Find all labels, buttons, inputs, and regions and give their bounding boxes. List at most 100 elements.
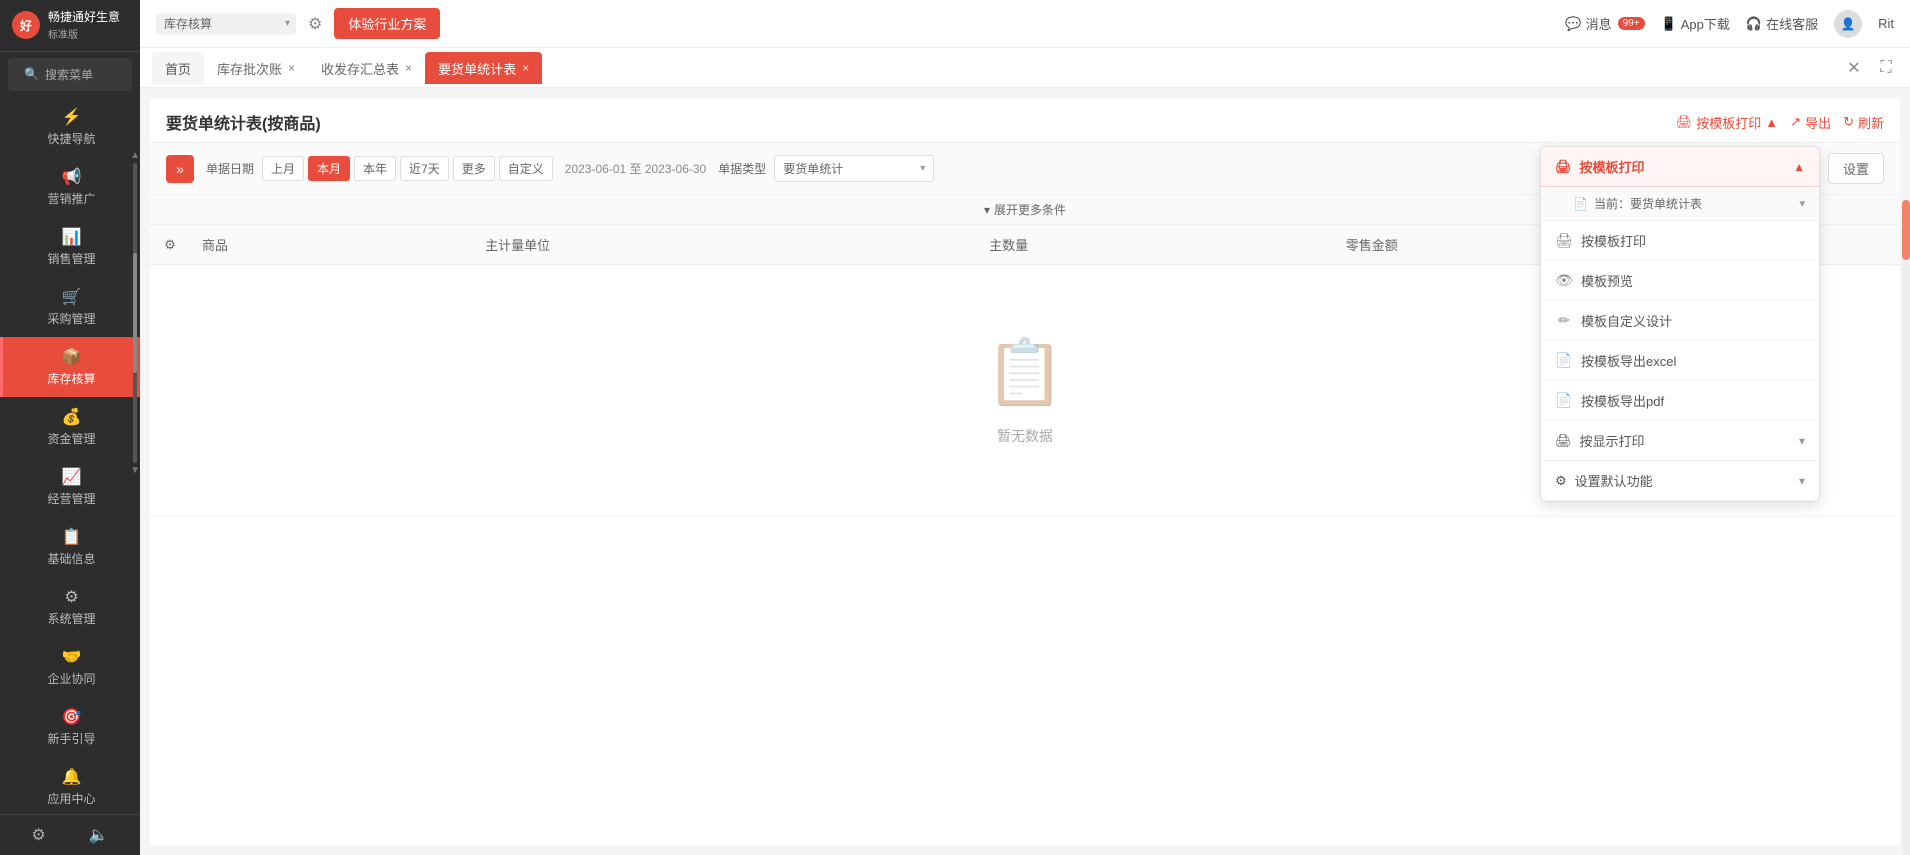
tab-requisition-stats[interactable]: 要货单统计表 × bbox=[425, 52, 542, 84]
template-design-icon: ✏ bbox=[1555, 312, 1573, 329]
tab-close-requisition-stats[interactable]: × bbox=[522, 61, 529, 75]
app-download-label: App下载 bbox=[1681, 14, 1730, 33]
dropdown-item-template-pdf[interactable]: 📄 按模板导出pdf bbox=[1541, 381, 1819, 421]
sidebar-item-label: 资金管理 bbox=[47, 430, 95, 447]
empty-illustration: 📋 bbox=[985, 335, 1065, 410]
expand-icon: » bbox=[176, 161, 184, 177]
purchase-icon: 🛒 bbox=[62, 287, 82, 307]
date-filter-label: 单据日期 bbox=[206, 160, 254, 177]
speaker-icon[interactable]: 🔈 bbox=[89, 825, 109, 845]
page-inner: 要货单统计表(按商品) 🖨 按模板打印 ▲ ↗ 导出 ↻ 刷新 bbox=[150, 98, 1900, 845]
sidebar-bottom: ⚙ 🔈 bbox=[0, 814, 140, 855]
system-icon: ⚙ bbox=[64, 587, 78, 607]
app-version: 标准版 bbox=[48, 26, 120, 41]
date-more[interactable]: 更多 bbox=[453, 156, 495, 181]
date-custom[interactable]: 自定义 bbox=[499, 156, 553, 181]
tab-receipt-summary[interactable]: 收发存汇总表 × bbox=[308, 52, 425, 84]
breadcrumb-input[interactable] bbox=[156, 13, 296, 35]
col-settings-icon: ⚙ bbox=[164, 237, 176, 252]
date-this-year[interactable]: 本年 bbox=[354, 156, 396, 181]
tab-close-receipt-summary[interactable]: × bbox=[405, 61, 412, 75]
sidebar-scroll-down[interactable]: ▼ bbox=[130, 465, 140, 476]
export-icon: ↗ bbox=[1790, 114, 1801, 130]
dropdown-close-arrow[interactable]: ▲ bbox=[1793, 160, 1805, 174]
sidebar-item-collab[interactable]: 🤝 企业协同 bbox=[0, 637, 140, 697]
sidebar-item-purchase[interactable]: 🛒 采购管理 bbox=[0, 277, 140, 337]
search-icon: 🔍 bbox=[24, 67, 39, 81]
date-current-month[interactable]: 本月 bbox=[308, 156, 350, 181]
export-button[interactable]: ↗ 导出 bbox=[1790, 113, 1831, 132]
sidebar-scroll-track bbox=[133, 163, 137, 463]
sidebar-item-finance[interactable]: 💰 资金管理 bbox=[0, 397, 140, 457]
sidebar-item-basic[interactable]: 📋 基础信息 bbox=[0, 517, 140, 577]
basic-icon: 📋 bbox=[62, 527, 82, 547]
date-buttons: 上月 本月 本年 近7天 更多 自定义 bbox=[262, 156, 553, 181]
dropdown-header[interactable]: 🖨 按模板打印 ▲ bbox=[1541, 147, 1819, 187]
app-name-block: 畅捷通好生意 标准版 bbox=[48, 10, 120, 41]
close-window-button[interactable]: ✕ bbox=[1842, 56, 1866, 80]
col-settings[interactable]: ⚙ bbox=[150, 225, 190, 265]
sidebar-item-guide[interactable]: 🎯 新手引导 bbox=[0, 697, 140, 757]
empty-text: 暂无数据 bbox=[997, 426, 1053, 446]
dropdown-item-template-preview[interactable]: 👁 模板预览 bbox=[1541, 261, 1819, 301]
sidebar-item-operation[interactable]: 📈 经营管理 bbox=[0, 457, 140, 517]
template-preview-label: 模板预览 bbox=[1581, 271, 1633, 290]
dropdown-sub-left: 🖨 按显示打印 bbox=[1555, 431, 1645, 450]
tabs-wrapper: 首页 库存批次账 × 收发存汇总表 × 要货单统计表 × bbox=[152, 52, 1838, 84]
expand-window-button[interactable]: ⛶ bbox=[1874, 56, 1898, 80]
title-actions: 🖨 按模板打印 ▲ ↗ 导出 ↻ 刷新 bbox=[1676, 113, 1884, 132]
avatar-icon: 👤 bbox=[1841, 17, 1856, 31]
window-control-buttons: ✕ ⛶ bbox=[1842, 56, 1898, 80]
breadcrumb-chevron-icon: ▾ bbox=[285, 18, 290, 29]
sidebar-item-label: 销售管理 bbox=[47, 250, 95, 267]
dropdown-sub-display-print[interactable]: 🖨 按显示打印 ▾ bbox=[1541, 421, 1819, 461]
sidebar-scrollbar: ▲ ▼ bbox=[130, 150, 140, 476]
current-template-icon: 📄 bbox=[1573, 197, 1588, 211]
filter-expand-button[interactable]: » bbox=[166, 155, 194, 183]
refresh-button[interactable]: ↻ 刷新 bbox=[1843, 113, 1884, 132]
date-range-display: 2023-06-01 至 2023-06-30 bbox=[565, 160, 706, 177]
app-download-button[interactable]: 📱 App下载 bbox=[1661, 14, 1730, 33]
sidebar-item-marketing[interactable]: 📢 营销推广 bbox=[0, 157, 140, 217]
sidebar-item-system[interactable]: ⚙ 系统管理 bbox=[0, 577, 140, 637]
tab-batch-accounts[interactable]: 库存批次账 × bbox=[204, 52, 308, 84]
settings-bottom-icon[interactable]: ⚙ bbox=[31, 825, 45, 845]
expand-more-button[interactable]: ▾ 展开更多条件 bbox=[984, 201, 1066, 218]
dropdown-item-template-excel[interactable]: 📄 按模板导出excel bbox=[1541, 341, 1819, 381]
user-avatar[interactable]: 👤 bbox=[1834, 10, 1862, 38]
dropdown-current-template[interactable]: 📄 当前：要货单统计表 ▾ bbox=[1541, 187, 1819, 221]
settings-button[interactable]: 设置 bbox=[1828, 153, 1884, 184]
sidebar-scroll-up[interactable]: ▲ bbox=[130, 150, 140, 161]
col-unit: 主计量单位 bbox=[473, 225, 977, 265]
sidebar-item-appstore[interactable]: 🔔 应用中心 bbox=[0, 757, 140, 814]
type-filter-group: 单据类型 要货单统计 ▾ bbox=[718, 155, 934, 182]
date-last-month[interactable]: 上月 bbox=[262, 156, 304, 181]
type-filter-select[interactable]: 要货单统计 ▾ bbox=[774, 155, 934, 182]
template-pdf-icon: 📄 bbox=[1555, 392, 1573, 409]
sidebar-item-sales[interactable]: 📊 销售管理 bbox=[0, 217, 140, 277]
sidebar-item-label: 营销推广 bbox=[47, 190, 95, 207]
refresh-label: 刷新 bbox=[1858, 113, 1884, 132]
default-settings-label: 设置默认功能 bbox=[1575, 471, 1653, 490]
dropdown-sub-default-settings[interactable]: ⚙ 设置默认功能 ▾ bbox=[1541, 461, 1819, 501]
dropdown-item-template-design[interactable]: ✏ 模板自定义设计 bbox=[1541, 301, 1819, 341]
message-button[interactable]: 💬 消息 99+ bbox=[1565, 14, 1644, 33]
search-menu-item[interactable]: 🔍 搜索菜单 bbox=[8, 58, 132, 91]
sidebar-item-inventory[interactable]: 📦 库存核算 bbox=[0, 337, 140, 397]
header-settings-icon[interactable]: ⚙ bbox=[308, 14, 322, 34]
tab-close-batch-accounts[interactable]: × bbox=[288, 61, 295, 75]
date-last-7-days[interactable]: 近7天 bbox=[400, 156, 449, 181]
inventory-icon: 📦 bbox=[62, 347, 82, 367]
display-print-icon: 🖨 bbox=[1555, 433, 1572, 449]
sidebar-item-label: 基础信息 bbox=[47, 550, 95, 567]
sidebar: 好 畅捷通好生意 标准版 🔍 搜索菜单 ⚡ 快捷导航 📢 营销推广 📊 销售管理… bbox=[0, 0, 140, 855]
template-print-label: 按模板打印 bbox=[1581, 231, 1646, 250]
print-template-button[interactable]: 🖨 按模板打印 ▲ bbox=[1676, 113, 1778, 132]
type-filter-arrow: ▾ bbox=[920, 163, 925, 174]
dropdown-item-template-print[interactable]: 🖨 按模板打印 bbox=[1541, 221, 1819, 261]
trial-button[interactable]: 体验行业方案 bbox=[334, 8, 440, 39]
right-scrollbar[interactable] bbox=[1902, 200, 1910, 855]
online-service-button[interactable]: 🎧 在线客服 bbox=[1746, 14, 1818, 33]
tab-home[interactable]: 首页 bbox=[152, 52, 204, 84]
sidebar-item-shortcut[interactable]: ⚡ 快捷导航 bbox=[0, 97, 140, 157]
